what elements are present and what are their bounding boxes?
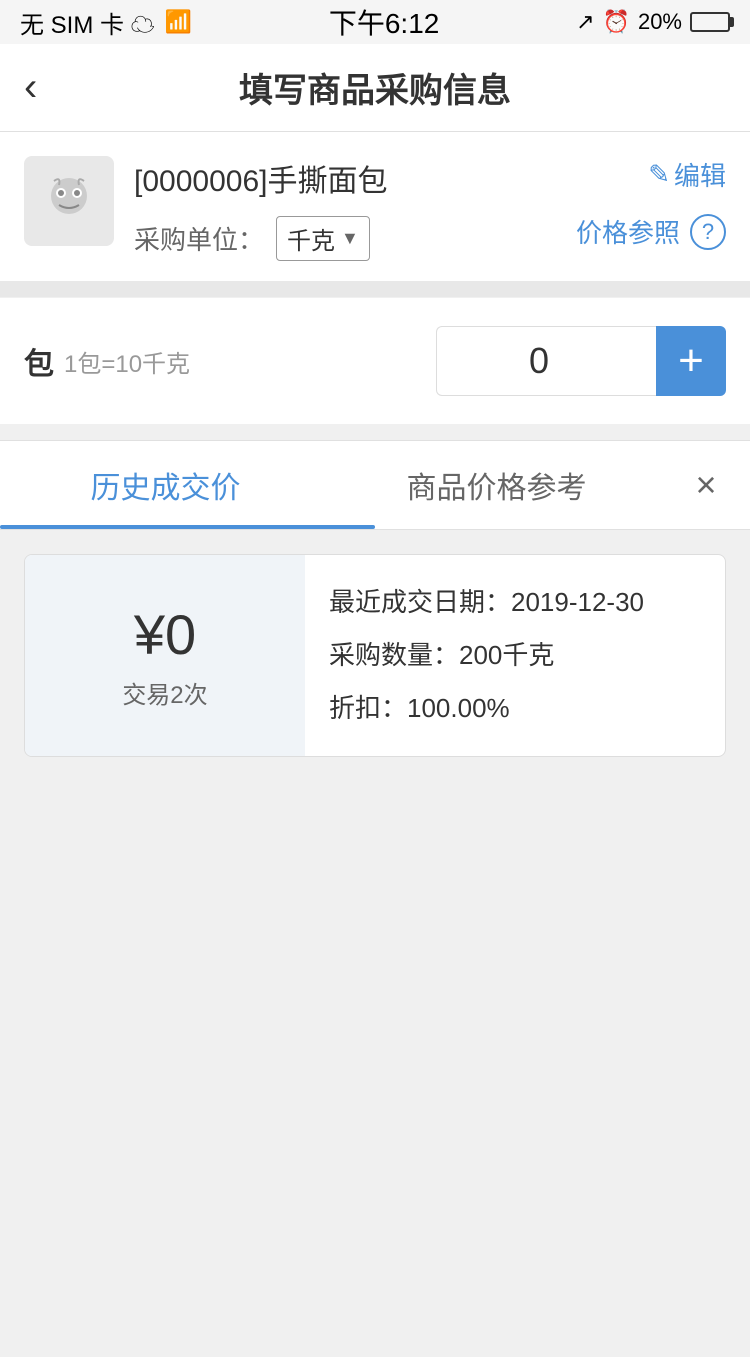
- quantity-label: 包 1包=10千克: [24, 339, 190, 383]
- section-divider: [0, 281, 750, 297]
- price-detail-value-date: 2019-12-30: [511, 587, 644, 617]
- tab-history-price[interactable]: 历史成交价: [0, 441, 331, 529]
- product-unit-row: 采购单位： 千克 ▼: [134, 216, 387, 261]
- help-icon[interactable]: ?: [690, 214, 726, 250]
- price-right-panel: 最近成交日期：2019-12-30 采购数量：200千克 折扣：100.00%: [305, 555, 725, 756]
- unit-label: 采购单位：: [134, 220, 264, 257]
- bottom-area: [0, 757, 750, 1357]
- price-detail-label-qty: 采购数量：: [329, 640, 459, 670]
- battery-percent: 20%: [638, 9, 682, 35]
- page-title: 填写商品采购信息: [239, 63, 511, 112]
- qty-conversion: 1包=10千克: [64, 344, 190, 379]
- edit-icon: ✎: [648, 159, 670, 190]
- price-detail-label-discount: 折扣：: [329, 693, 407, 723]
- tab-product-price-reference[interactable]: 商品价格参考: [331, 441, 662, 529]
- location-icon: ↗: [576, 9, 594, 35]
- unit-value: 千克: [287, 221, 335, 256]
- unit-select-dropdown[interactable]: 千克 ▼: [276, 216, 370, 261]
- price-ref-row: 价格参照 ?: [576, 213, 726, 250]
- sim-status: 无 SIM 卡 ☁: [20, 5, 155, 40]
- product-thumbnail: [24, 156, 114, 246]
- price-detail-row-qty: 采购数量：200千克: [329, 636, 701, 675]
- tab-close-button[interactable]: ×: [662, 441, 750, 529]
- product-thumb-icon: [39, 171, 99, 231]
- product-name: [0000006]手撕面包: [134, 156, 387, 200]
- dropdown-arrow-icon: ▼: [341, 228, 359, 249]
- tabs-divider: [0, 529, 750, 530]
- price-value: 0: [165, 603, 196, 666]
- product-header: [0000006]手撕面包 采购单位： 千克 ▼ ✎ 编辑 价格参照 ?: [24, 156, 726, 261]
- edit-label: 编辑: [674, 156, 726, 193]
- edit-button[interactable]: ✎ 编辑: [648, 156, 726, 193]
- price-detail-row-discount: 折扣：100.00%: [329, 689, 701, 728]
- price-left-panel: ¥0 交易2次: [25, 555, 305, 756]
- product-left: [0000006]手撕面包 采购单位： 千克 ▼: [24, 156, 387, 261]
- tab-active-indicator: [0, 525, 375, 529]
- quantity-input[interactable]: [436, 326, 656, 396]
- price-card: ¥0 交易2次 最近成交日期：2019-12-30 采购数量：200千克 折扣：…: [24, 554, 726, 757]
- back-button[interactable]: ‹: [24, 65, 37, 110]
- price-amount: ¥0: [134, 602, 196, 667]
- status-left: 无 SIM 卡 ☁ 📶: [20, 5, 192, 40]
- quantity-plus-button[interactable]: +: [656, 326, 726, 396]
- qty-unit: 包: [24, 339, 54, 383]
- price-detail-row-date: 最近成交日期：2019-12-30: [329, 583, 701, 622]
- price-detail-value-qty: 200千克: [459, 640, 554, 670]
- nav-bar: ‹ 填写商品采购信息: [0, 44, 750, 132]
- quantity-row: 包 1包=10千克 +: [0, 297, 750, 424]
- status-right: ↗ ⏰ 20%: [576, 9, 730, 35]
- quantity-input-group: +: [436, 326, 726, 396]
- price-detail-label-date: 最近成交日期：: [329, 587, 511, 617]
- price-currency: ¥: [134, 603, 165, 666]
- status-bar: 无 SIM 卡 ☁ 📶 下午6:12 ↗ ⏰ 20%: [0, 0, 750, 44]
- alarm-icon: ⏰: [603, 9, 630, 35]
- price-ref-button[interactable]: 价格参照: [576, 213, 680, 250]
- product-card: [0000006]手撕面包 采购单位： 千克 ▼ ✎ 编辑 价格参照 ?: [0, 132, 750, 281]
- tabs-header: 历史成交价 商品价格参考 ×: [0, 441, 750, 529]
- price-detail-value-discount: 100.00%: [407, 693, 510, 723]
- wifi-icon: 📶: [165, 9, 192, 35]
- battery-indicator: [690, 12, 730, 32]
- price-trade-count: 交易2次: [122, 675, 207, 710]
- product-info: [0000006]手撕面包 采购单位： 千克 ▼: [134, 156, 387, 261]
- status-time: 下午6:12: [329, 2, 440, 42]
- tabs-container: 历史成交价 商品价格参考 ×: [0, 440, 750, 530]
